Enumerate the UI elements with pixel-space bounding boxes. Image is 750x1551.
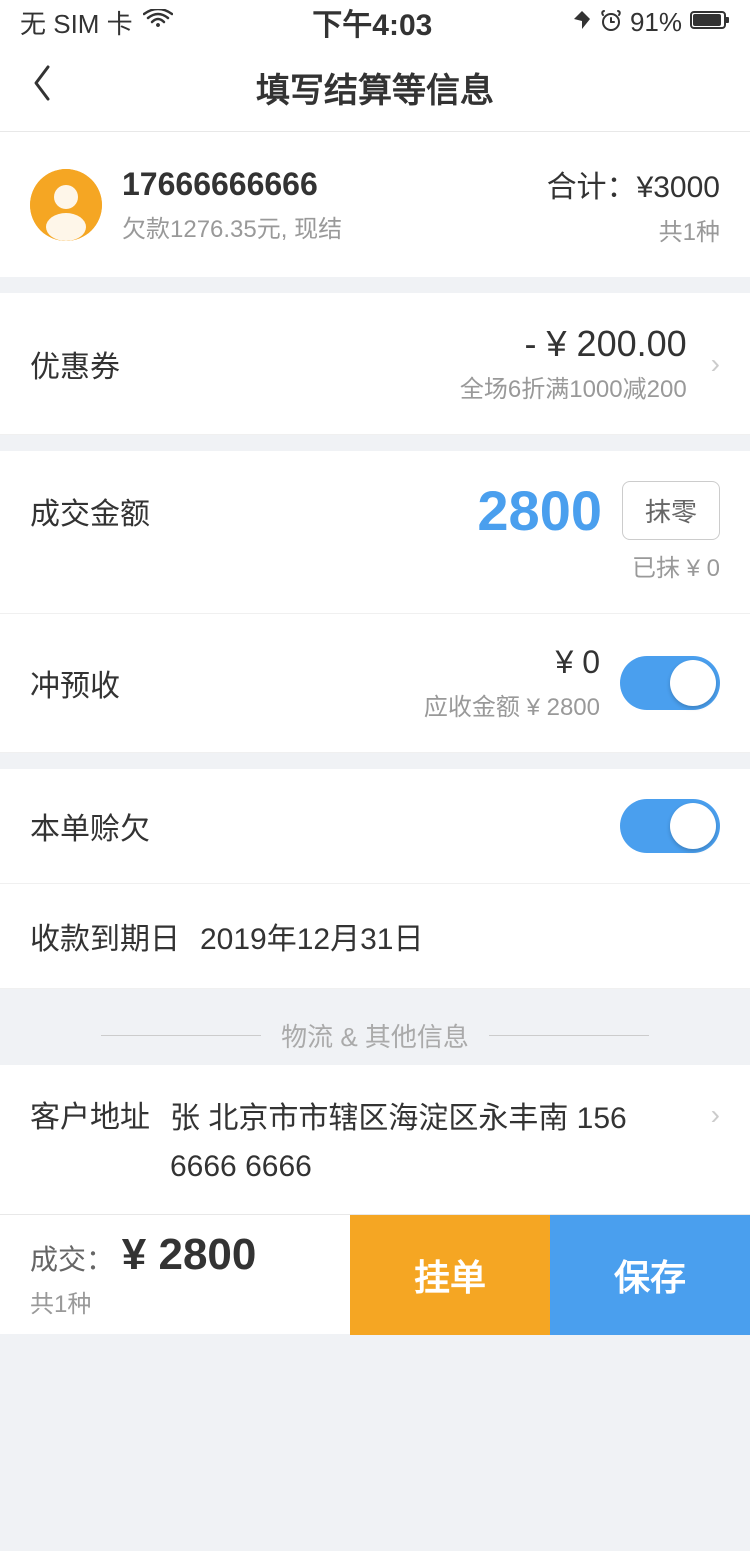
customer-sub: 欠款1276.35元, 现结 — [122, 209, 342, 244]
precharge-section: 冲预收 ¥ 0 应收金额 ¥ 2800 — [0, 614, 750, 753]
round-btn[interactable]: 抹零 — [622, 481, 720, 540]
precharge-toggle[interactable] — [620, 656, 720, 710]
chevron-right-icon: › — [711, 348, 720, 380]
precharge-amount-col: ¥ 0 应收金额 ¥ 2800 — [424, 644, 600, 722]
avatar — [30, 169, 102, 241]
back-button[interactable] — [30, 53, 64, 122]
coupon-discount: - ¥ 200.00 — [460, 323, 687, 365]
wifi-icon — [143, 7, 173, 38]
section-divider-2 — [0, 753, 750, 769]
precharge-right: ¥ 0 应收金额 ¥ 2800 — [424, 644, 720, 722]
status-left: 无 SIM 卡 — [20, 4, 173, 41]
battery-icon — [690, 7, 730, 38]
deal-amount-label: 成交金额 — [30, 489, 150, 533]
precharge-row: 冲预收 ¥ 0 应收金额 ¥ 2800 — [30, 644, 720, 722]
coupon-label: 优惠券 — [30, 342, 120, 386]
carrier-text: 无 SIM 卡 — [20, 4, 133, 41]
logistics-divider: 物流 & 其他信息 — [0, 1005, 750, 1065]
duedate-row: 收款到期日 2019年12月31日 — [30, 914, 720, 958]
coupon-info: - ¥ 200.00 全场6折满1000减200 — [460, 323, 687, 404]
divider-line-right — [489, 1035, 649, 1036]
deal-amount-section: 成交金额 2800 抹零 已抹 ¥ 0 — [0, 451, 750, 614]
deal-amount-value[interactable]: 2800 — [477, 483, 602, 539]
address-value: 张 北京市市辖区海淀区永丰南 156 6666 6666 — [170, 1095, 695, 1191]
address-chevron-icon: › — [711, 1099, 720, 1131]
location-icon — [572, 7, 592, 38]
customer-info-left: 17666666666 欠款1276.35元, 现结 — [30, 166, 342, 244]
nav-bar: 填写结算等信息 — [0, 44, 750, 132]
credit-label: 本单赊欠 — [30, 804, 150, 848]
save-button[interactable]: 保存 — [550, 1215, 750, 1335]
page-title: 填写结算等信息 — [256, 63, 494, 112]
deal-amount-right: 2800 抹零 — [477, 481, 720, 540]
duedate-label: 收款到期日 — [30, 914, 180, 958]
content-area: 17666666666 欠款1276.35元, 现结 合计：¥3000 共1种 … — [0, 132, 750, 1551]
coupon-detail: 全场6折满1000减200 — [460, 369, 687, 404]
total-amount-text: 合计：¥3000 — [547, 162, 720, 206]
deal-amount-sub: 已抹 ¥ 0 — [30, 548, 720, 583]
section-divider-1 — [0, 435, 750, 451]
credit-section: 本单赊欠 — [0, 769, 750, 884]
toggle-knob — [670, 660, 716, 706]
status-bar: 无 SIM 卡 下午4:03 91% — [0, 0, 750, 44]
coupon-right: - ¥ 200.00 全场6折满1000减200 › — [460, 323, 720, 404]
duedate-value: 2019年12月31日 — [200, 914, 423, 958]
status-time: 下午4:03 — [312, 0, 432, 44]
address-label: 客户地址 — [30, 1095, 150, 1140]
precharge-sub: 应收金额 ¥ 2800 — [424, 687, 600, 722]
address-section[interactable]: 客户地址 张 北京市市辖区海淀区永丰南 156 6666 6666 › — [0, 1065, 750, 1221]
section-divider-3 — [0, 989, 750, 1005]
customer-total: 合计：¥3000 共1种 — [547, 162, 720, 247]
divider-line-left — [101, 1035, 261, 1036]
status-right: 91% — [572, 7, 730, 38]
footer-deal-row: 成交： ¥ 2800 — [30, 1230, 320, 1280]
precharge-label: 冲预收 — [30, 661, 120, 705]
footer-info: 成交： ¥ 2800 共1种 — [0, 1230, 350, 1319]
customer-info: 17666666666 欠款1276.35元, 现结 — [122, 166, 342, 244]
customer-phone: 17666666666 — [122, 166, 342, 203]
alarm-icon — [600, 7, 622, 38]
customer-card: 17666666666 欠款1276.35元, 现结 合计：¥3000 共1种 — [0, 132, 750, 277]
total-count-text: 共1种 — [547, 212, 720, 247]
logistics-divider-inner: 物流 & 其他信息 — [101, 1017, 649, 1054]
duedate-section: 收款到期日 2019年12月31日 — [0, 884, 750, 989]
footer-amount: ¥ 2800 — [122, 1230, 257, 1279]
coupon-row[interactable]: 优惠券 - ¥ 200.00 全场6折满1000减200 › — [0, 293, 750, 435]
precharge-amount: ¥ 0 — [424, 644, 600, 681]
deal-amount-row: 成交金额 2800 抹零 — [30, 481, 720, 540]
logistics-label: 物流 & 其他信息 — [281, 1017, 469, 1054]
battery-text: 91% — [630, 7, 682, 38]
hang-order-button[interactable]: 挂单 — [350, 1215, 550, 1335]
footer: 成交： ¥ 2800 共1种 挂单 保存 — [0, 1214, 750, 1334]
footer-deal-label: 成交： — [30, 1244, 114, 1275]
credit-toggle[interactable] — [620, 799, 720, 853]
footer-count: 共1种 — [30, 1284, 320, 1319]
credit-toggle-knob — [670, 803, 716, 849]
